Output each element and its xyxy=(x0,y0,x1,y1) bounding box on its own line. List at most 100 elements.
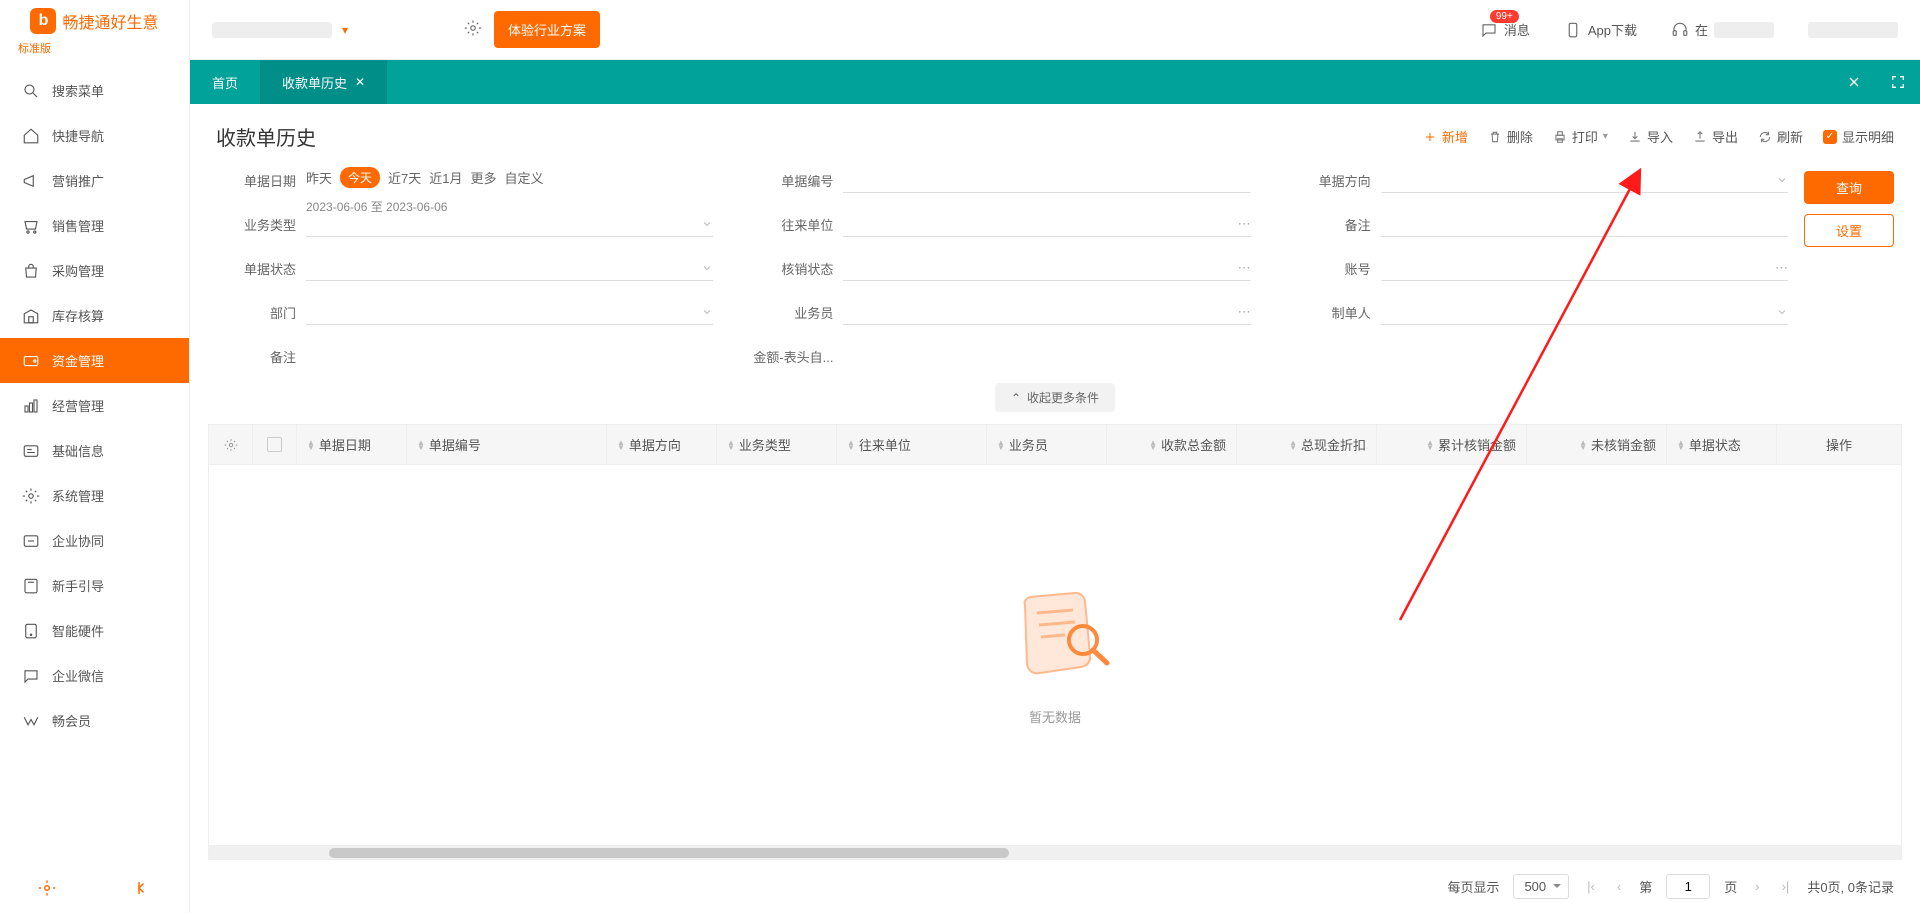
filter-label: 业务员 xyxy=(753,303,833,322)
refresh-label: 刷新 xyxy=(1777,127,1803,146)
select-all-checkbox[interactable] xyxy=(253,425,297,464)
show-detail-toggle[interactable]: ✓显示明细 xyxy=(1823,127,1894,146)
empty-text: 暂无数据 xyxy=(1029,707,1081,726)
date-opt-yesterday[interactable]: 昨天 xyxy=(306,168,332,187)
footer-settings-button[interactable] xyxy=(0,879,95,897)
verify-status-lookup[interactable]: ⋯ xyxy=(843,255,1250,281)
nav-funds[interactable]: 资金管理 xyxy=(0,338,189,383)
col-doc-no[interactable]: ▲▼单据编号 xyxy=(407,425,607,464)
nav-label: 资金管理 xyxy=(52,351,104,370)
import-button[interactable]: 导入 xyxy=(1628,127,1673,146)
filter-doc-date: 单据日期 昨天 今天 近7天 近1月 更多 自定义 2023-06-06 至 2… xyxy=(216,167,713,193)
date-opt-today[interactable]: 今天 xyxy=(340,167,380,188)
remark2-input[interactable] xyxy=(306,343,713,369)
support-button[interactable]: 在 xyxy=(1671,20,1774,39)
page-number-input[interactable] xyxy=(1666,874,1710,899)
date-range-picker[interactable]: 昨天 今天 近7天 近1月 更多 自定义 2023-06-06 至 2023-0… xyxy=(306,167,713,193)
date-opt-more[interactable]: 更多 xyxy=(471,168,497,187)
partner-lookup[interactable]: ⋯ xyxy=(843,211,1250,237)
close-icon[interactable]: ✕ xyxy=(355,75,365,89)
add-button[interactable]: 新增 xyxy=(1423,127,1468,146)
nav-guide[interactable]: 新手引导 xyxy=(0,563,189,608)
amount-head-input[interactable] xyxy=(844,343,1251,369)
tab-receipt-history[interactable]: 收款单历史 ✕ xyxy=(260,60,387,104)
col-label: 操作 xyxy=(1826,435,1852,454)
pager-prev-button[interactable]: ‹ xyxy=(1613,879,1625,894)
date-opt-1month[interactable]: 近1月 xyxy=(429,168,462,187)
col-total-amount[interactable]: ▲▼收款总金额 xyxy=(1107,425,1237,464)
col-direction[interactable]: ▲▼单据方向 xyxy=(607,425,717,464)
try-plan-button[interactable]: 体验行业方案 xyxy=(494,11,600,48)
per-page-select[interactable]: 500 xyxy=(1513,874,1569,899)
column-settings-button[interactable] xyxy=(209,425,253,464)
plus-icon xyxy=(1423,130,1437,144)
tab-home[interactable]: 首页 xyxy=(190,60,260,104)
nav-business[interactable]: 经营管理 xyxy=(0,383,189,428)
nav-quick-nav[interactable]: 快捷导航 xyxy=(0,113,189,158)
account-lookup[interactable]: ⋯ xyxy=(1381,255,1788,281)
app-download-button[interactable]: App下载 xyxy=(1564,20,1637,39)
settings-button[interactable]: 设置 xyxy=(1804,214,1894,247)
biz-type-select[interactable] xyxy=(306,211,713,237)
export-button[interactable]: 导出 xyxy=(1693,127,1738,146)
messages-button[interactable]: 99+ 消息 xyxy=(1480,20,1530,39)
nav-basic-info[interactable]: 基础信息 xyxy=(0,428,189,473)
message-badge: 99+ xyxy=(1490,10,1519,23)
collapse-filters-button[interactable]: ⌃收起更多条件 xyxy=(995,383,1115,412)
chevrons-up-icon: ⌃ xyxy=(1011,391,1021,405)
pager-first-button[interactable]: |‹ xyxy=(1583,879,1599,894)
dept-select[interactable] xyxy=(306,299,713,325)
direction-select[interactable] xyxy=(1381,167,1788,193)
col-doc-date[interactable]: ▲▼单据日期 xyxy=(297,425,407,464)
delete-button[interactable]: 删除 xyxy=(1488,127,1533,146)
nav-purchase[interactable]: 采购管理 xyxy=(0,248,189,293)
user-menu[interactable] xyxy=(1808,22,1898,38)
nav-wecom[interactable]: 企业微信 xyxy=(0,653,189,698)
sort-icon: ▲▼ xyxy=(307,440,315,450)
checkbox-checked-icon: ✓ xyxy=(1823,130,1837,144)
chat-icon xyxy=(22,667,40,685)
col-clerk[interactable]: ▲▼业务员 xyxy=(987,425,1107,464)
scrollbar-thumb[interactable] xyxy=(329,848,1009,858)
sort-icon: ▲▼ xyxy=(847,440,855,450)
remark-input[interactable] xyxy=(1381,211,1788,237)
col-label: 业务类型 xyxy=(739,435,791,454)
org-selector[interactable]: ▾ xyxy=(212,22,452,38)
tab-close-button[interactable] xyxy=(1832,60,1876,104)
col-doc-status[interactable]: ▲▼单据状态 xyxy=(1667,425,1777,464)
nav-member[interactable]: 畅会员 xyxy=(0,698,189,743)
nav-system[interactable]: 系统管理 xyxy=(0,473,189,518)
nav-marketing[interactable]: 营销推广 xyxy=(0,158,189,203)
megaphone-icon xyxy=(22,172,40,190)
nav-hardware[interactable]: 智能硬件 xyxy=(0,608,189,653)
nav-collab[interactable]: 企业协同 xyxy=(0,518,189,563)
col-verified-amount[interactable]: ▲▼累计核销金额 xyxy=(1377,425,1527,464)
chevron-down-icon xyxy=(1776,306,1788,318)
print-button[interactable]: 打印▾ xyxy=(1553,127,1608,146)
nav-search-menu[interactable]: 搜索菜单 xyxy=(0,68,189,113)
footer-collapse-button[interactable] xyxy=(95,879,190,897)
doc-no-input[interactable] xyxy=(843,167,1250,193)
col-unverified-amount[interactable]: ▲▼未核销金额 xyxy=(1527,425,1667,464)
brand-edition: 标准版 xyxy=(18,40,51,56)
creator-select[interactable] xyxy=(1381,299,1788,325)
query-button[interactable]: 查询 xyxy=(1804,171,1894,204)
date-opt-7days[interactable]: 近7天 xyxy=(388,168,421,187)
col-cash-discount[interactable]: ▲▼总现金折扣 xyxy=(1237,425,1377,464)
refresh-button[interactable]: 刷新 xyxy=(1758,127,1803,146)
col-partner[interactable]: ▲▼往来单位 xyxy=(837,425,987,464)
clerk-lookup[interactable]: ⋯ xyxy=(843,299,1250,325)
export-label: 导出 xyxy=(1712,127,1738,146)
pager-next-button[interactable]: › xyxy=(1751,879,1763,894)
filter-label: 账号 xyxy=(1291,259,1371,278)
nav-inventory[interactable]: 库存核算 xyxy=(0,293,189,338)
date-opt-custom[interactable]: 自定义 xyxy=(505,168,544,187)
nav-sales[interactable]: 销售管理 xyxy=(0,203,189,248)
doc-status-select[interactable] xyxy=(306,255,713,281)
org-settings-button[interactable] xyxy=(464,19,482,40)
col-biz-type[interactable]: ▲▼业务类型 xyxy=(717,425,837,464)
pager-last-button[interactable]: ›| xyxy=(1778,879,1794,894)
horizontal-scrollbar[interactable] xyxy=(209,845,1901,859)
collapse-icon xyxy=(133,879,151,897)
tab-fullscreen-button[interactable] xyxy=(1876,60,1920,104)
